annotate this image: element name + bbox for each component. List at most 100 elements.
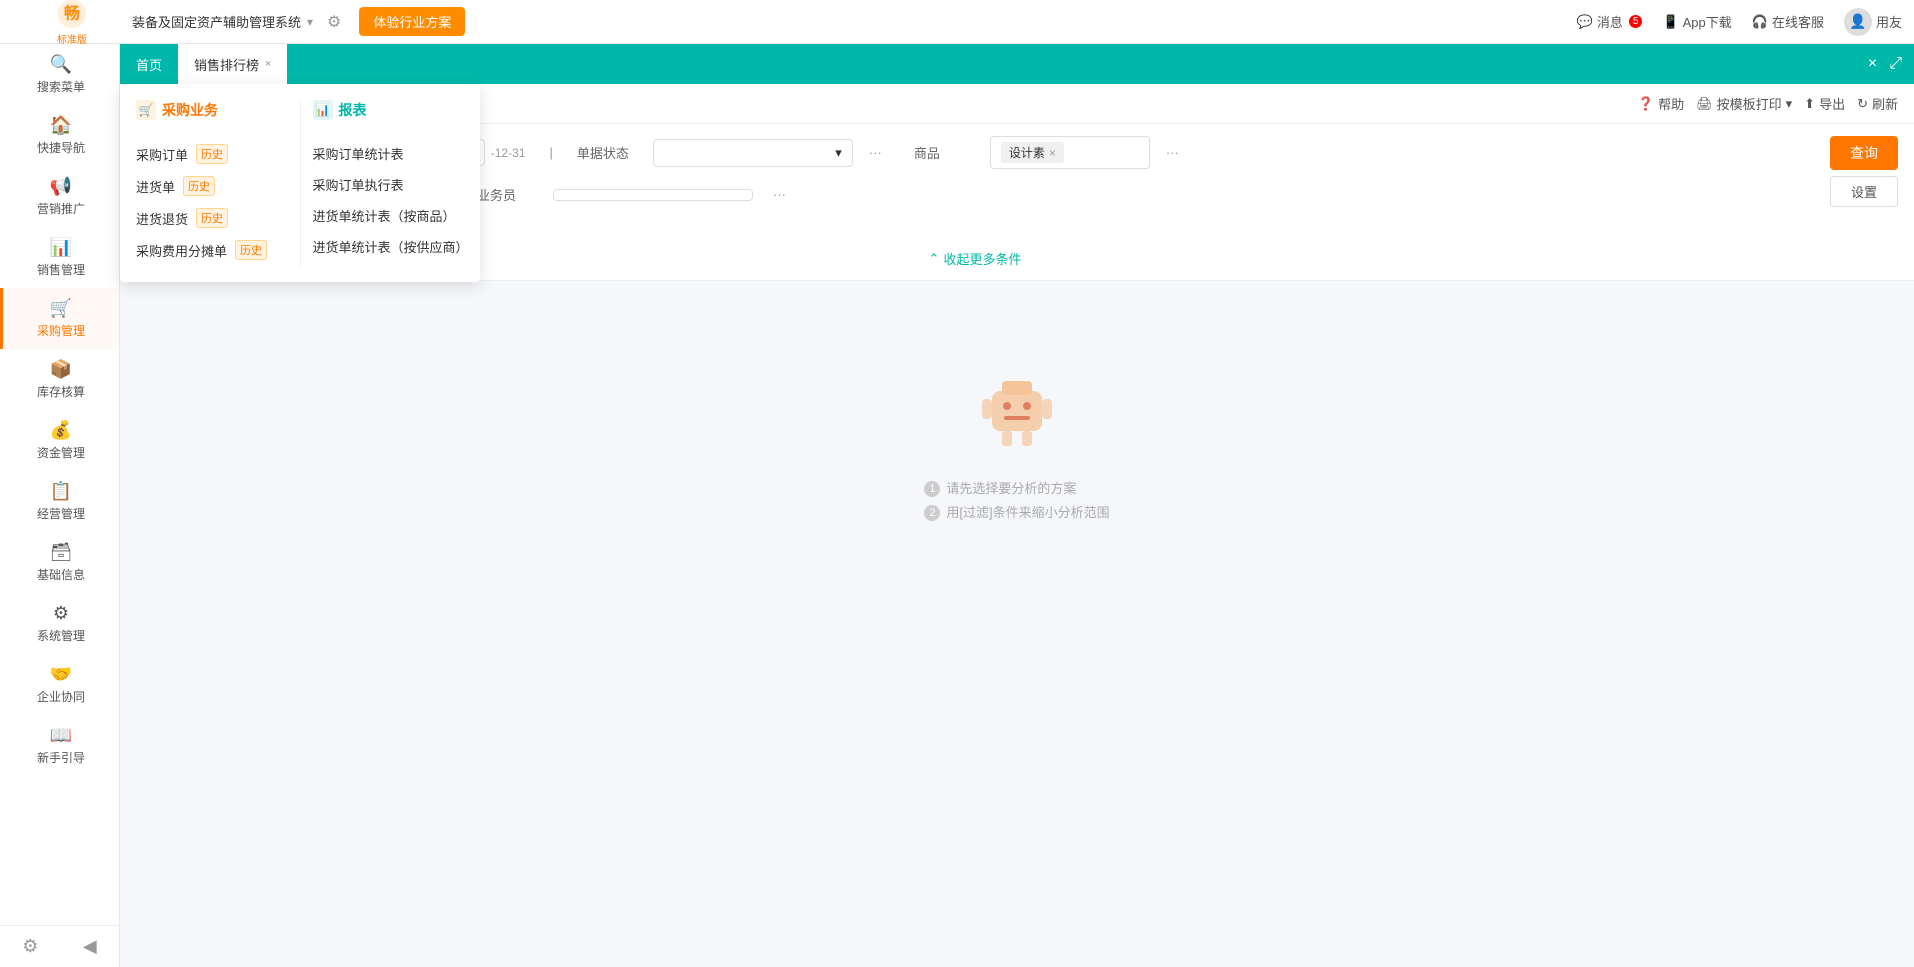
export-label: 导出 bbox=[1819, 94, 1845, 113]
sidebar: 🔍 搜索菜单 🏠 快捷导航 📢 营销推广 📊 销售管理 🛒 采购管理 📦 库存核… bbox=[0, 44, 120, 967]
inbound-label: 进货单 bbox=[136, 177, 175, 196]
collapse-btn[interactable]: ⌃ 收起更多条件 bbox=[929, 249, 1022, 268]
dropdown-menu: 🛒 采购业务 采购订单 历史 进货单 历史 进货退货 历史 采购费用分摊单 历史 bbox=[120, 84, 480, 282]
sidebar-label-search: 搜索菜单 bbox=[37, 78, 85, 95]
app-download-label: App下载 bbox=[1683, 12, 1732, 31]
goods-input[interactable]: 设计素 × bbox=[990, 136, 1150, 169]
purchase-order-label: 采购订单 bbox=[136, 145, 188, 164]
tab-sales-rank-label: 销售排行榜 bbox=[194, 55, 259, 74]
tab-close-window-icon[interactable]: × bbox=[1868, 55, 1877, 73]
dropdown-item-expense[interactable]: 采购费用分摊单 历史 bbox=[136, 234, 288, 266]
sidebar-item-inventory[interactable]: 📦 库存核算 bbox=[0, 349, 119, 410]
sidebar-item-basic[interactable]: 🗃 基础信息 bbox=[0, 532, 119, 593]
tab-bar: 首页 销售排行榜 × × ⤢ bbox=[0, 44, 1914, 84]
voucher-status-arrow: ▾ bbox=[835, 145, 842, 161]
message-action[interactable]: 💬 消息 5 bbox=[1577, 12, 1643, 31]
svg-text:畅: 畅 bbox=[64, 3, 80, 22]
settings-button[interactable]: 设置 bbox=[1830, 176, 1898, 207]
query-button[interactable]: 查询 bbox=[1830, 136, 1898, 170]
sidebar-item-operation[interactable]: 📋 经营管理 bbox=[0, 471, 119, 532]
dropdown-divider bbox=[300, 100, 301, 266]
report-col-icon: 📊 bbox=[313, 100, 333, 120]
dropdown-item-return[interactable]: 进货退货 历史 bbox=[136, 202, 288, 234]
top-header: 畅 标准版 装备及固定资产辅助管理系统 ▾ ⚙ 体验行业方案 💬 消息 5 📱 … bbox=[0, 0, 1914, 44]
system-title-area: 装备及固定资产辅助管理系统 ▾ ⚙ 体验行业方案 bbox=[132, 7, 1577, 36]
purchase-icon: 🛒 bbox=[50, 298, 72, 319]
system-settings-icon[interactable]: ⚙ bbox=[327, 12, 341, 32]
sidebar-item-marketing[interactable]: 📢 营销推广 bbox=[0, 166, 119, 227]
dropdown-item-inbound-stat-goods[interactable]: 进货单统计表（按商品） bbox=[313, 200, 465, 231]
dropdown-item-inbound[interactable]: 进货单 历史 bbox=[136, 170, 288, 202]
salesperson-label: 业务员 bbox=[477, 185, 537, 204]
user-action[interactable]: 👤 用友 bbox=[1844, 8, 1902, 36]
online-service-action[interactable]: 🎧 在线客服 bbox=[1752, 12, 1824, 31]
sidebar-item-guide[interactable]: 📖 新手引导 bbox=[0, 715, 119, 776]
tab-home[interactable]: 首页 bbox=[120, 44, 178, 84]
sidebar-item-cooperation[interactable]: 🤝 企业协同 bbox=[0, 654, 119, 715]
system-icon: ⚙ bbox=[53, 603, 69, 624]
system-dropdown-arrow[interactable]: ▾ bbox=[307, 15, 313, 29]
logo-text: 标准版 bbox=[57, 31, 87, 46]
industry-btn[interactable]: 体验行业方案 bbox=[359, 7, 465, 36]
sidebar-settings-icon[interactable]: ⚙ bbox=[22, 936, 38, 957]
sidebar-label-finance: 资金管理 bbox=[37, 444, 85, 461]
date-separator: | bbox=[549, 145, 552, 160]
header-right: 💬 消息 5 📱 App下载 🎧 在线客服 👤 用友 bbox=[1577, 8, 1902, 36]
dropdown-item-purchase-order[interactable]: 采购订单 历史 bbox=[136, 138, 288, 170]
basic-icon: 🗃 bbox=[50, 542, 73, 563]
sidebar-item-nav[interactable]: 🏠 快捷导航 bbox=[0, 105, 119, 166]
history-badge-2: 历史 bbox=[183, 176, 215, 196]
print-icon: 🖨 bbox=[1696, 96, 1713, 112]
goods-tag: 设计素 × bbox=[1001, 142, 1064, 163]
system-title-text: 装备及固定资产辅助管理系统 bbox=[132, 12, 301, 31]
sidebar-item-system[interactable]: ⚙ 系统管理 bbox=[0, 593, 119, 654]
collapse-label: 收起更多条件 bbox=[943, 249, 1021, 268]
history-badge-3: 历史 bbox=[196, 208, 228, 228]
help-btn[interactable]: ❓ 帮助 bbox=[1638, 94, 1684, 113]
dropdown-item-purchase-order-exec[interactable]: 采购订单执行表 bbox=[313, 169, 465, 200]
sidebar-label-marketing: 营销推广 bbox=[37, 200, 85, 217]
sidebar-label-guide: 新手引导 bbox=[37, 749, 85, 766]
message-badge: 5 bbox=[1629, 15, 1643, 28]
search-icon: 🔍 bbox=[50, 54, 72, 75]
print-btn[interactable]: 🖨 按模板打印 ▾ bbox=[1696, 94, 1792, 113]
empty-tip-1: 1 请先选择要分析的方案 bbox=[924, 477, 1109, 501]
tab-actions: × ⤢ bbox=[1868, 55, 1914, 73]
tab-resize-icon[interactable]: ⤢ bbox=[1889, 55, 1902, 73]
message-icon: 💬 bbox=[1577, 14, 1593, 30]
col2-title-text: 报表 bbox=[339, 100, 367, 120]
refresh-icon: ↻ bbox=[1857, 96, 1868, 112]
empty-tips: 1 请先选择要分析的方案 2 用[过滤]条件来缩小分析范围 bbox=[924, 477, 1109, 525]
export-btn[interactable]: ⬆ 导出 bbox=[1804, 94, 1845, 113]
sidebar-item-sales[interactable]: 📊 销售管理 bbox=[0, 227, 119, 288]
sidebar-label-nav: 快捷导航 bbox=[37, 139, 85, 156]
app-download-action[interactable]: 📱 App下载 bbox=[1662, 12, 1731, 31]
voucher-status-select[interactable]: ▾ bbox=[653, 139, 853, 167]
dropdown-item-inbound-stat-supplier[interactable]: 进货单统计表（按供应商） bbox=[313, 231, 465, 262]
sidebar-collapse-icon[interactable]: ◀ bbox=[83, 936, 97, 957]
sidebar-label-system: 系统管理 bbox=[37, 627, 85, 644]
sidebar-label-operation: 经营管理 bbox=[37, 505, 85, 522]
sidebar-item-finance[interactable]: 💰 资金管理 bbox=[0, 410, 119, 471]
sidebar-item-purchase[interactable]: 🛒 采购管理 bbox=[0, 288, 119, 349]
salesperson-select[interactable] bbox=[553, 189, 753, 201]
guide-icon: 📖 bbox=[50, 725, 72, 746]
sidebar-label-sales: 销售管理 bbox=[37, 261, 85, 278]
tab-close-icon[interactable]: × bbox=[265, 58, 271, 70]
filter-more-1: ··· bbox=[869, 145, 882, 160]
sidebar-label-cooperation: 企业协同 bbox=[37, 688, 85, 705]
date-value: -12-31 bbox=[491, 146, 526, 160]
cooperation-icon: 🤝 bbox=[50, 664, 72, 685]
phone-icon: 📱 bbox=[1662, 14, 1678, 30]
dropdown-item-purchase-order-stat[interactable]: 采购订单统计表 bbox=[313, 138, 465, 169]
sidebar-item-search[interactable]: 🔍 搜索菜单 bbox=[0, 44, 119, 105]
refresh-btn[interactable]: ↻ 刷新 bbox=[1857, 94, 1898, 113]
voucher-status-label: 单据状态 bbox=[577, 143, 637, 162]
tab-sales-rank[interactable]: 销售排行榜 × bbox=[178, 44, 287, 84]
dropdown-col1-title: 🛒 采购业务 bbox=[136, 100, 288, 126]
empty-illustration bbox=[967, 361, 1067, 461]
help-label: 帮助 bbox=[1658, 94, 1684, 113]
sidebar-label-purchase: 采购管理 bbox=[37, 322, 85, 339]
goods-tag-close[interactable]: × bbox=[1049, 146, 1056, 160]
action-buttons: 查询 设置 bbox=[1830, 136, 1898, 207]
